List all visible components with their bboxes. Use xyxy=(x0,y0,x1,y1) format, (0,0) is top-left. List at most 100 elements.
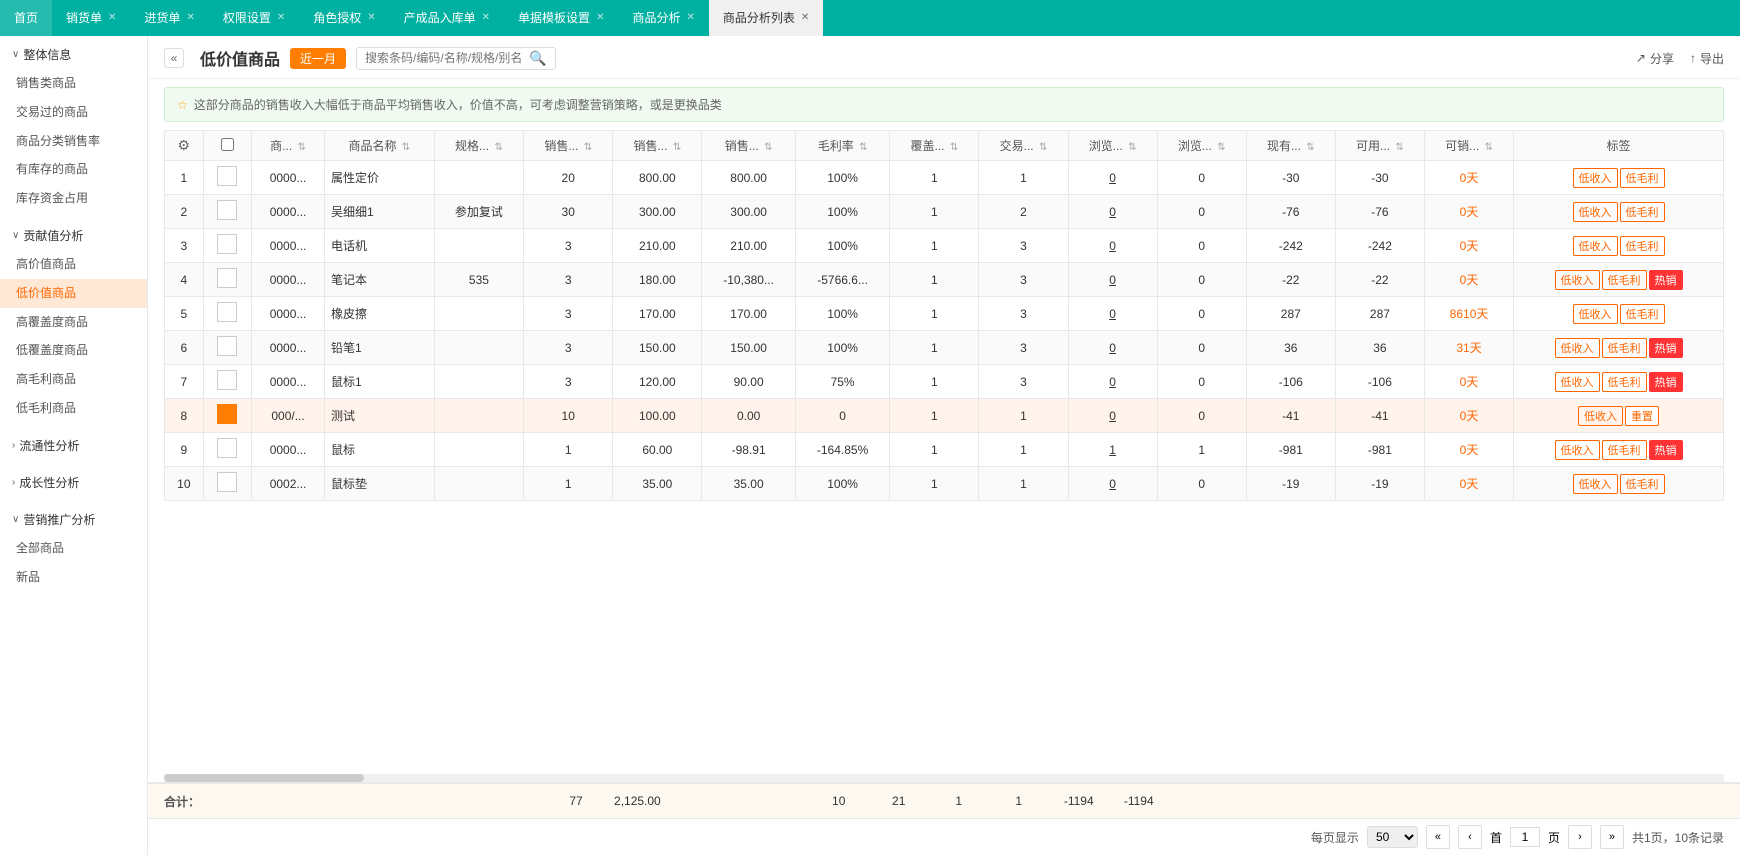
per-page-select[interactable]: 50 100 200 xyxy=(1367,826,1418,848)
view1-link[interactable]: 0 xyxy=(1109,239,1116,253)
nav-analysis-list[interactable]: 商品分析列表 ✕ xyxy=(709,0,823,36)
sidebar-item-traded-products[interactable]: 交易过的商品 xyxy=(0,98,147,127)
nav-template[interactable]: 单据模板设置 ✕ xyxy=(504,0,618,36)
sidebar-item-low-margin[interactable]: 低毛利商品 xyxy=(0,394,147,423)
footer-view2-total: 1 xyxy=(989,790,1049,812)
view1-link[interactable]: 0 xyxy=(1109,409,1116,423)
close-icon[interactable]: ✕ xyxy=(686,0,694,36)
sidebar-group-overall[interactable]: ∨ 整体信息 xyxy=(0,40,147,69)
collapse-button[interactable]: « xyxy=(164,48,184,68)
product-tag: 低收入 xyxy=(1555,372,1600,392)
row-checkbox[interactable] xyxy=(217,268,237,288)
row-view1[interactable]: 0 xyxy=(1068,399,1157,433)
row-price: 210.00 xyxy=(613,229,702,263)
share-button[interactable]: ↗ 分享 xyxy=(1636,50,1674,67)
sidebar-item-new-products[interactable]: 新品 xyxy=(0,563,147,592)
next-page-button[interactable]: › xyxy=(1568,825,1592,849)
view1-link[interactable]: 0 xyxy=(1109,375,1116,389)
export-button[interactable]: ↑ 导出 xyxy=(1690,50,1724,67)
row-checkbox[interactable] xyxy=(217,370,237,390)
nav-sales[interactable]: 销货单 ✕ xyxy=(52,0,130,36)
page-number-input[interactable] xyxy=(1510,827,1540,847)
col-checkbox-all[interactable] xyxy=(203,131,251,161)
sidebar-item-low-coverage[interactable]: 低覆盖度商品 xyxy=(0,336,147,365)
row-tags: 低收入低毛利 xyxy=(1514,229,1724,263)
table-row: 30000...电话机3210.00210.00100%1300-242-242… xyxy=(165,229,1724,263)
row-view2: 0 xyxy=(1157,263,1246,297)
sidebar-group-contribution[interactable]: ∨ 贡献值分析 xyxy=(0,221,147,250)
row-view1[interactable]: 0 xyxy=(1068,297,1157,331)
row-checkbox[interactable] xyxy=(217,234,237,254)
row-sale2: 100% xyxy=(795,195,889,229)
table-footer: 合计： 77 2,125.00 10 21 1 1 -1194 -1194 xyxy=(148,782,1740,818)
sidebar-item-high-value[interactable]: 高价值商品 xyxy=(0,250,147,279)
row-stock2: -76 xyxy=(1335,195,1424,229)
select-all-checkbox[interactable] xyxy=(221,138,234,151)
sidebar-item-sales-products[interactable]: 销售类商品 xyxy=(0,69,147,98)
row-view1[interactable]: 0 xyxy=(1068,229,1157,263)
col-view2-header: 浏览... ⇅ xyxy=(1157,131,1246,161)
view1-link[interactable]: 0 xyxy=(1109,171,1116,185)
nav-home[interactable]: 首页 xyxy=(0,0,52,36)
view1-link[interactable]: 0 xyxy=(1109,477,1116,491)
view1-link[interactable]: 0 xyxy=(1109,273,1116,287)
row-stock2: -22 xyxy=(1335,263,1424,297)
sidebar-item-low-value[interactable]: 低价值商品 xyxy=(0,279,147,308)
row-view1[interactable]: 1 xyxy=(1068,433,1157,467)
nav-role[interactable]: 角色授权 ✕ xyxy=(299,0,389,36)
row-view1[interactable]: 0 xyxy=(1068,161,1157,195)
sidebar-group-growth[interactable]: › 成长性分析 xyxy=(0,468,147,497)
close-icon[interactable]: ✕ xyxy=(482,0,490,36)
row-qty: 1 xyxy=(524,467,613,501)
row-checkbox[interactable] xyxy=(217,438,237,458)
view1-link[interactable]: 1 xyxy=(1109,443,1116,457)
last-page-button[interactable]: » xyxy=(1600,825,1624,849)
close-icon[interactable]: ✕ xyxy=(596,0,604,36)
first-page-button[interactable]: « xyxy=(1426,825,1450,849)
row-tags: 低收入低毛利热销 xyxy=(1514,263,1724,297)
row-view1[interactable]: 0 xyxy=(1068,365,1157,399)
nav-purchase[interactable]: 进货单 ✕ xyxy=(130,0,208,36)
row-checkbox[interactable] xyxy=(217,472,237,492)
filter-recent-month-button[interactable]: 近一月 xyxy=(290,48,346,69)
sidebar-group-flow[interactable]: › 流通性分析 xyxy=(0,431,147,460)
nav-permission[interactable]: 权限设置 ✕ xyxy=(209,0,299,36)
row-checkbox[interactable] xyxy=(217,200,237,220)
col-coverage-header: 覆盖... ⇅ xyxy=(890,131,979,161)
row-checkbox[interactable] xyxy=(217,336,237,356)
close-icon[interactable]: ✕ xyxy=(801,0,809,36)
prev-page-button[interactable]: ‹ xyxy=(1458,825,1482,849)
sidebar-item-category-rate[interactable]: 商品分类销售率 xyxy=(0,127,147,156)
row-checkbox[interactable] xyxy=(217,302,237,322)
col-settings[interactable]: ⚙ xyxy=(165,131,204,161)
view1-link[interactable]: 0 xyxy=(1109,341,1116,355)
nav-analysis[interactable]: 商品分析 ✕ xyxy=(618,0,708,36)
view1-link[interactable]: 0 xyxy=(1109,307,1116,321)
row-view1[interactable]: 0 xyxy=(1068,331,1157,365)
row-view1[interactable]: 0 xyxy=(1068,195,1157,229)
close-icon[interactable]: ✕ xyxy=(108,0,116,36)
row-checkbox-cell xyxy=(203,161,251,195)
sidebar-item-stock-products[interactable]: 有库存的商品 xyxy=(0,155,147,184)
sidebar-item-all-products[interactable]: 全部商品 xyxy=(0,534,147,563)
row-view1[interactable]: 0 xyxy=(1068,467,1157,501)
row-name: 鼠标垫 xyxy=(325,467,435,501)
scrollbar-thumb[interactable] xyxy=(164,774,364,782)
row-view1[interactable]: 0 xyxy=(1068,263,1157,297)
sidebar-item-high-coverage[interactable]: 高覆盖度商品 xyxy=(0,308,147,337)
sidebar-group-marketing[interactable]: ∨ 营销推广分析 xyxy=(0,505,147,534)
view1-link[interactable]: 0 xyxy=(1109,205,1116,219)
row-checkbox[interactable] xyxy=(217,166,237,186)
row-cover: 1 xyxy=(890,161,979,195)
sidebar-item-stock-capital[interactable]: 库存资金占用 xyxy=(0,184,147,213)
sidebar-item-high-margin[interactable]: 高毛利商品 xyxy=(0,365,147,394)
nav-product-in[interactable]: 产成品入库单 ✕ xyxy=(390,0,504,36)
close-icon[interactable]: ✕ xyxy=(367,0,375,36)
search-input[interactable] xyxy=(365,51,525,65)
horizontal-scrollbar[interactable] xyxy=(164,774,1724,782)
row-checkbox[interactable] xyxy=(217,404,237,424)
close-icon[interactable]: ✕ xyxy=(186,0,194,36)
search-icon[interactable]: 🔍 xyxy=(529,50,546,67)
close-icon[interactable]: ✕ xyxy=(277,0,285,36)
sidebar-section-growth: › 成长性分析 xyxy=(0,464,147,501)
